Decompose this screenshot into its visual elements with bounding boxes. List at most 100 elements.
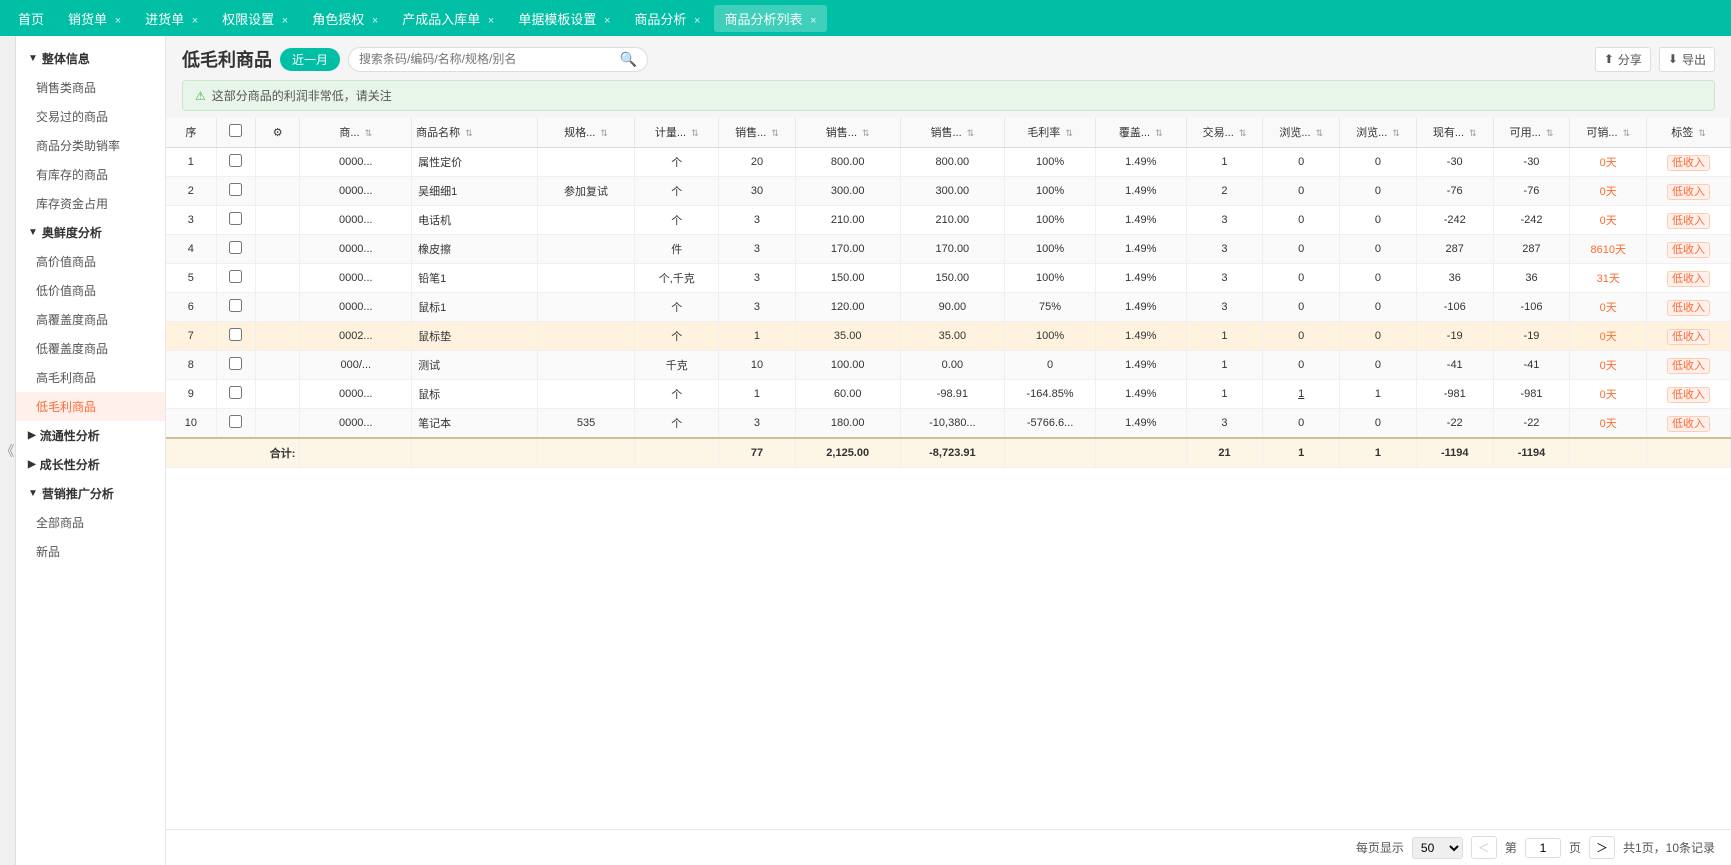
col-header-saleable-stock[interactable]: 可销... ⇅ (1570, 117, 1647, 148)
nav-template-settings[interactable]: 单据模板设置 × (508, 5, 620, 32)
row-checkbox[interactable] (229, 212, 242, 225)
row-checkbox[interactable] (229, 154, 242, 167)
nav-home[interactable]: 首页 (8, 5, 54, 32)
close-icon[interactable]: × (282, 15, 288, 27)
nav-role-auth[interactable]: 角色授权 × (302, 5, 388, 32)
sidebar-item-new-products[interactable]: 新品 (16, 537, 165, 566)
cell-sales-price: 35.00 (795, 322, 900, 351)
col-header-sales-count[interactable]: 销售... ⇅ (719, 117, 796, 148)
cell-view-count2: 0 (1340, 322, 1417, 351)
col-header-view-count1[interactable]: 浏览... ⇅ (1263, 117, 1340, 148)
col-header-available-stock[interactable]: 可用... ⇅ (1493, 117, 1570, 148)
next-page-button[interactable]: ＞ (1589, 836, 1615, 859)
sidebar-item-stocked-goods[interactable]: 有库存的商品 (16, 160, 165, 189)
row-checkbox[interactable] (229, 183, 242, 196)
share-button[interactable]: ⬆ 分享 (1595, 47, 1651, 72)
nav-sales[interactable]: 销货单 × (58, 5, 131, 32)
cell-current-stock: -41 (1416, 351, 1493, 380)
sidebar-item-all-products[interactable]: 全部商品 (16, 508, 165, 537)
sidebar-group-overall[interactable]: ▼ 整体信息 (16, 44, 165, 73)
sidebar-group-freshness[interactable]: ▼ 奥鲜度分析 (16, 218, 165, 247)
col-header-sales-price[interactable]: 销售... ⇅ (795, 117, 900, 148)
sidebar-item-high-value[interactable]: 高价值商品 (16, 247, 165, 276)
row-checkbox[interactable] (229, 270, 242, 283)
row-checkbox[interactable] (229, 328, 242, 341)
col-header-sales-amount[interactable]: 销售... ⇅ (900, 117, 1005, 148)
col-header-trade-count[interactable]: 交易... ⇅ (1186, 117, 1263, 148)
per-page-select[interactable]: 50 100 200 (1412, 837, 1463, 859)
cell-tag: 低收入 (1647, 409, 1731, 439)
cell-spec (537, 264, 635, 293)
row-checkbox[interactable] (229, 299, 242, 312)
cell-sales-count: 3 (719, 235, 796, 264)
row-checkbox[interactable] (229, 386, 242, 399)
sidebar-collapse-button[interactable]: 《 (0, 36, 16, 865)
nav-permissions[interactable]: 权限设置 × (212, 5, 298, 32)
page-number-input[interactable] (1525, 838, 1561, 858)
close-icon[interactable]: × (810, 15, 816, 27)
col-header-settings[interactable]: ⚙ (255, 117, 300, 148)
cell-check[interactable] (216, 322, 255, 351)
cell-view-count1[interactable]: 1 (1263, 380, 1340, 409)
sidebar-group-circulation[interactable]: ▶ 流通性分析 (16, 421, 165, 450)
cell-sales-amount: 0.00 (900, 351, 1005, 380)
col-header-current-stock[interactable]: 现有... ⇅ (1416, 117, 1493, 148)
sidebar-item-category-rate[interactable]: 商品分类助销率 (16, 131, 165, 160)
cell-check[interactable] (216, 409, 255, 439)
sidebar-group-marketing[interactable]: ▼ 营销推广分析 (16, 479, 165, 508)
cell-view-count1: 0 (1263, 264, 1340, 293)
cell-current-stock: -76 (1416, 177, 1493, 206)
sidebar-item-stock-capital[interactable]: 库存资金占用 (16, 189, 165, 218)
cell-check[interactable] (216, 148, 255, 177)
row-checkbox[interactable] (229, 241, 242, 254)
col-header-name[interactable]: 商品名称 ⇅ (412, 117, 538, 148)
close-icon[interactable]: × (192, 15, 198, 27)
cell-check[interactable] (216, 380, 255, 409)
select-all-checkbox[interactable] (229, 124, 242, 137)
close-icon[interactable]: × (488, 15, 494, 27)
search-input[interactable] (359, 52, 616, 66)
sidebar-item-traded-goods[interactable]: 交易过的商品 (16, 102, 165, 131)
nav-product-entry[interactable]: 产成品入库单 × (392, 5, 504, 32)
col-header-spec[interactable]: 规格... ⇅ (537, 117, 635, 148)
cell-settings (255, 264, 300, 293)
cell-check[interactable] (216, 351, 255, 380)
col-header-view-count2[interactable]: 浏览... ⇅ (1340, 117, 1417, 148)
cell-check[interactable] (216, 235, 255, 264)
sidebar-item-low-coverage[interactable]: 低覆盖度商品 (16, 334, 165, 363)
nav-product-analysis[interactable]: 商品分析 × (624, 5, 710, 32)
cell-check[interactable] (216, 264, 255, 293)
filter-recent-month-button[interactable]: 近一月 (280, 48, 340, 71)
col-header-tag[interactable]: 标签 ⇅ (1647, 117, 1731, 148)
cell-coverage: 1.49% (1095, 206, 1186, 235)
col-header-gross-rate[interactable]: 毛利率 ⇅ (1005, 117, 1096, 148)
close-icon[interactable]: × (115, 15, 121, 27)
sidebar-item-high-margin[interactable]: 高毛利商品 (16, 363, 165, 392)
cell-current-stock: -981 (1416, 380, 1493, 409)
cell-check[interactable] (216, 206, 255, 235)
data-table-container[interactable]: 序 ⚙ 商... ⇅ 商品名称 ⇅ 规格... ⇅ 计量... ⇅ 销售... … (166, 117, 1731, 829)
sidebar-item-sales-goods[interactable]: 销售类商品 (16, 73, 165, 102)
close-icon[interactable]: × (604, 15, 610, 27)
col-header-coverage[interactable]: 覆盖... ⇅ (1095, 117, 1186, 148)
sidebar-item-high-coverage[interactable]: 高覆盖度商品 (16, 305, 165, 334)
col-header-unit[interactable]: 计量... ⇅ (635, 117, 719, 148)
cell-spec: 535 (537, 409, 635, 439)
col-header-check[interactable] (216, 117, 255, 148)
row-checkbox[interactable] (229, 415, 242, 428)
collapse-arrow-icon: ▼ (28, 488, 38, 499)
nav-purchase[interactable]: 进货单 × (135, 5, 208, 32)
search-icon[interactable]: 🔍 (620, 51, 637, 68)
close-icon[interactable]: × (694, 15, 700, 27)
row-checkbox[interactable] (229, 357, 242, 370)
sidebar-item-low-value[interactable]: 低价值商品 (16, 276, 165, 305)
export-button[interactable]: ⬇ 导出 (1659, 47, 1715, 72)
sidebar-group-growth[interactable]: ▶ 成长性分析 (16, 450, 165, 479)
close-icon[interactable]: × (372, 15, 378, 27)
nav-product-analysis-list[interactable]: 商品分析列表 × (714, 5, 826, 32)
sidebar-item-low-margin[interactable]: 低毛利商品 (16, 392, 165, 421)
cell-check[interactable] (216, 293, 255, 322)
cell-check[interactable] (216, 177, 255, 206)
prev-page-button[interactable]: ＜ (1471, 836, 1497, 859)
col-header-code[interactable]: 商... ⇅ (300, 117, 412, 148)
